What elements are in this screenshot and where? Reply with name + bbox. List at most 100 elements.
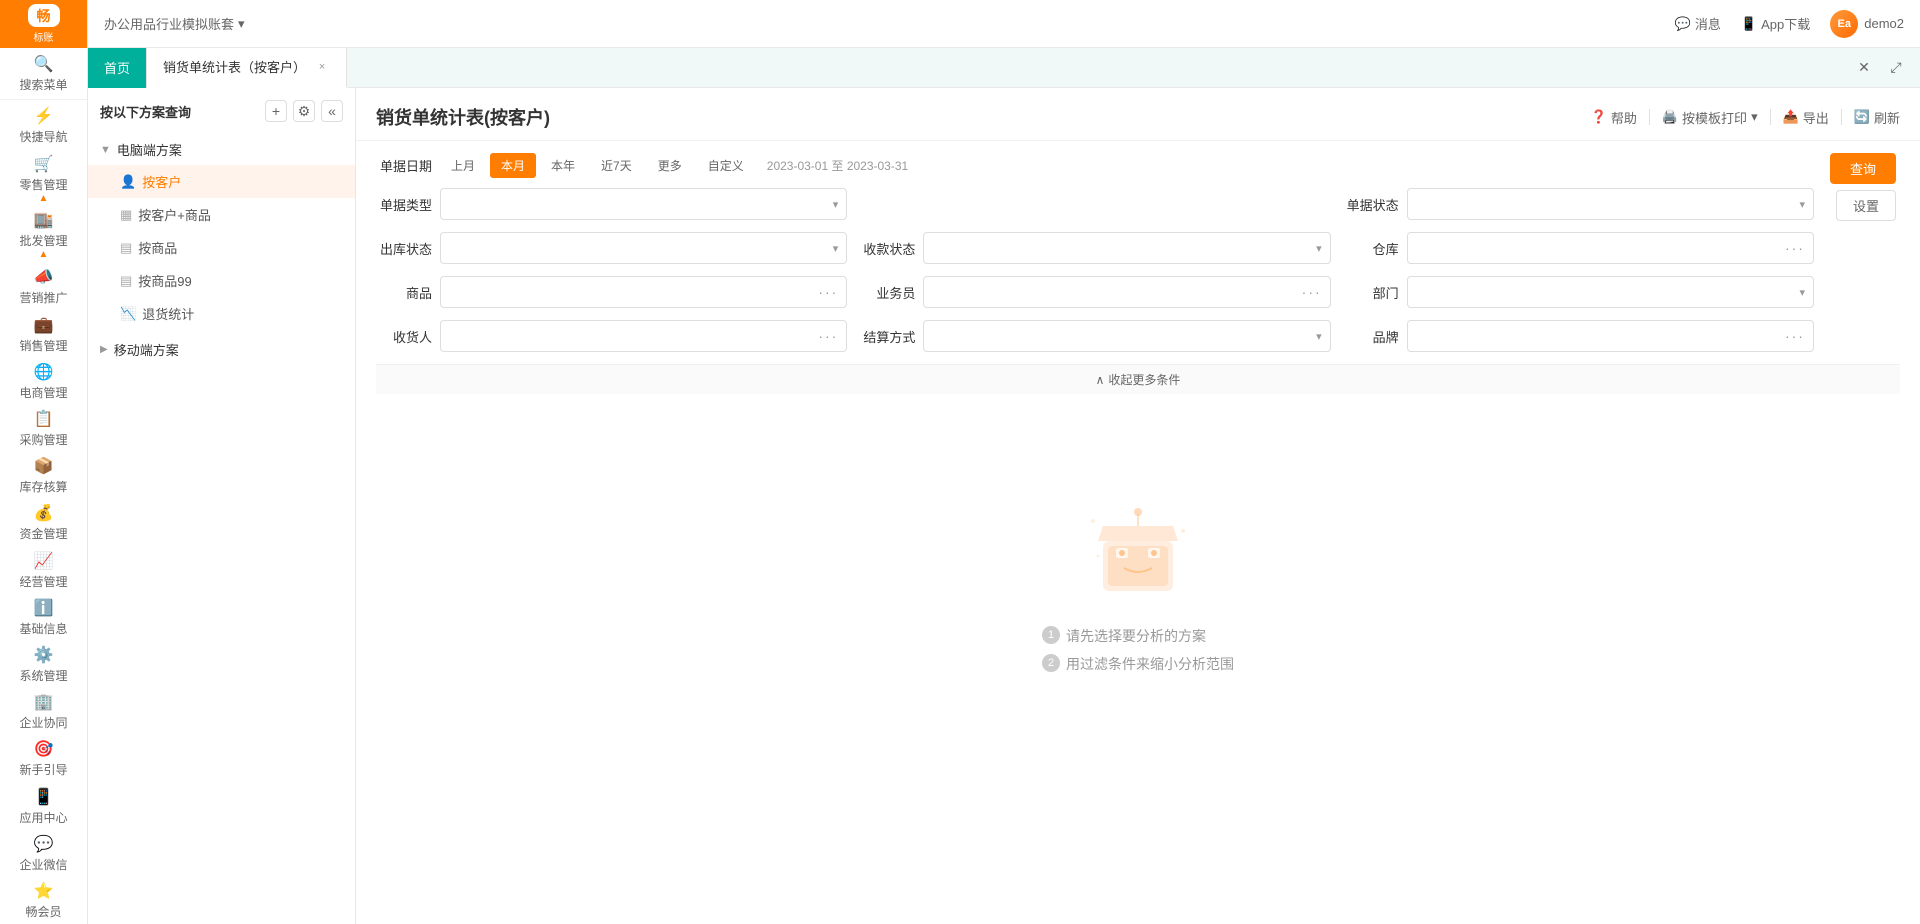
date-tab-this-year[interactable]: 本年 bbox=[540, 153, 586, 178]
sidebar-search-label: 搜索菜单 bbox=[19, 76, 67, 93]
scheme-by-customer-product[interactable]: ▦ 按客户+商品 bbox=[88, 198, 355, 231]
sidebar-item-enterprise[interactable]: 🏢 企业协同 bbox=[0, 688, 87, 735]
search-icon: 🔍 bbox=[34, 54, 54, 74]
newbie-icon: 🎯 bbox=[34, 739, 54, 759]
receiver-select[interactable]: ··· bbox=[440, 320, 847, 352]
user-profile[interactable]: Ea demo2 bbox=[1830, 10, 1904, 38]
desktop-scheme-header[interactable]: ▼ 电脑端方案 bbox=[88, 134, 355, 165]
avatar: Ea bbox=[1830, 10, 1858, 38]
tab-maximize-btn[interactable]: ⤢ bbox=[1884, 56, 1908, 80]
payment-status-select[interactable]: ▾ bbox=[923, 232, 1330, 264]
page-title-area: 销货单统计表(按客户) ❓ 帮助 🖨️ 按模板打印 ▾ 📤 bbox=[356, 88, 1920, 141]
mobile-scheme-header[interactable]: ▶ 移动端方案 bbox=[88, 334, 355, 365]
sidebar-item-member[interactable]: ⭐ 畅会员 bbox=[0, 877, 87, 924]
appcenter-label: 应用中心 bbox=[19, 809, 67, 826]
doc-type-select[interactable]: ▾ bbox=[440, 188, 847, 220]
sidebar-item-inventory[interactable]: 📦 库存核算 bbox=[0, 452, 87, 499]
date-tab-last-month[interactable]: 上月 bbox=[440, 153, 486, 178]
add-scheme-btn[interactable]: + bbox=[265, 100, 287, 122]
settlement-select[interactable]: ▾ bbox=[923, 320, 1330, 352]
refresh-btn[interactable]: 🔄 刷新 bbox=[1854, 108, 1900, 127]
salesman-select[interactable]: ··· bbox=[923, 276, 1330, 308]
sidebar-item-wholesale[interactable]: 🏬 批发管理 ▲ bbox=[0, 207, 87, 263]
quicknav-icon: ⚡ bbox=[34, 106, 54, 126]
sidebar-item-marketing[interactable]: 📣 营销推广 bbox=[0, 263, 87, 310]
desktop-scheme-group: ▼ 电脑端方案 👤 按客户 ▦ 按客户+商品 ▤ 按商品 ▤ 按商品99 bbox=[88, 134, 355, 330]
export-btn[interactable]: 📤 导出 bbox=[1783, 108, 1829, 127]
template-print-btn[interactable]: 🖨️ 按模板打印 ▾ bbox=[1662, 108, 1758, 127]
sidebar-item-purchase[interactable]: 📋 采购管理 bbox=[0, 405, 87, 452]
panel-collapse-btn[interactable]: « bbox=[321, 100, 343, 122]
sidebar-item-ecommerce[interactable]: 🌐 电商管理 bbox=[0, 358, 87, 405]
sidebar-item-sales[interactable]: 💼 销售管理 bbox=[0, 311, 87, 358]
sidebar-item-corpwechat[interactable]: 💬 企业微信 bbox=[0, 830, 87, 877]
sidebar-item-appcenter[interactable]: 📱 应用中心 bbox=[0, 782, 87, 829]
empty-state: 1 请先选择要分析的方案 2 用过滤条件来缩小分析范围 bbox=[356, 406, 1920, 762]
product-select[interactable]: ··· bbox=[440, 276, 847, 308]
scheme-by-product99[interactable]: ▤ 按商品99 bbox=[88, 264, 355, 297]
step1-text: 请先选择要分析的方案 bbox=[1066, 626, 1206, 646]
message-btn[interactable]: 💬 消息 bbox=[1675, 14, 1721, 33]
inventory-icon: 📦 bbox=[34, 456, 54, 476]
industry-selector[interactable]: 办公用品行业模拟账套 ▾ bbox=[104, 14, 245, 33]
sidebar-item-search[interactable]: 🔍 搜索菜单 bbox=[0, 48, 87, 100]
filter-item-department: 部门 ▾ bbox=[1343, 276, 1814, 308]
desktop-group-title: 电脑端方案 bbox=[117, 140, 182, 159]
settlement-label: 结算方式 bbox=[859, 327, 915, 346]
department-select[interactable]: ▾ bbox=[1407, 276, 1814, 308]
corpwechat-label: 企业微信 bbox=[19, 856, 67, 873]
tab-close-btn[interactable]: × bbox=[314, 59, 330, 75]
help-btn[interactable]: ❓ 帮助 bbox=[1591, 108, 1637, 127]
tab-sales-stat[interactable]: 销货单统计表（按客户） × bbox=[147, 48, 347, 88]
return-stat-scheme-label: 退货统计 bbox=[142, 304, 194, 323]
sidebar-item-operations[interactable]: 📈 经营管理 bbox=[0, 546, 87, 593]
enterprise-icon: 🏢 bbox=[34, 692, 54, 712]
warehouse-label: 仓库 bbox=[1343, 239, 1399, 258]
print-arrow-icon: ▾ bbox=[1751, 109, 1758, 125]
date-range-display: 2023-03-01 至 2023-03-31 bbox=[767, 157, 908, 174]
tab-home[interactable]: 首页 bbox=[88, 48, 147, 88]
left-panel-header: 按以下方案查询 + ⚙ « bbox=[88, 100, 355, 130]
date-tab-this-month[interactable]: 本月 bbox=[490, 153, 536, 178]
date-tab-more[interactable]: 更多 bbox=[647, 153, 693, 178]
retail-icon: 🛒 bbox=[34, 154, 54, 174]
sidebar-item-system[interactable]: ⚙️ 系统管理 bbox=[0, 641, 87, 688]
purchase-icon: 📋 bbox=[34, 409, 54, 429]
salesman-dots-icon: ··· bbox=[1302, 284, 1322, 300]
out-status-arrow-icon: ▾ bbox=[833, 242, 839, 255]
date-tab-last-7days[interactable]: 近7天 bbox=[590, 153, 643, 178]
date-filter-label: 单据日期 bbox=[376, 156, 432, 175]
sidebar-item-retail[interactable]: 🛒 零售管理 ▲ bbox=[0, 151, 87, 207]
query-btn[interactable]: 查询 bbox=[1830, 153, 1896, 184]
app-download-btn[interactable]: 📱 App下载 bbox=[1741, 14, 1810, 33]
sidebar-item-quicknav[interactable]: ⚡ 快捷导航 bbox=[0, 100, 87, 151]
scheme-settings-btn[interactable]: ⚙ bbox=[293, 100, 315, 122]
collapse-more-btn[interactable]: ∧ 收起更多条件 bbox=[376, 364, 1900, 394]
date-filter-row: 单据日期 上月 本月 本年 近7天 更多 自定义 2023-03-01 至 20… bbox=[376, 153, 1814, 178]
page-actions: ❓ 帮助 🖨️ 按模板打印 ▾ 📤 导出 bbox=[1591, 108, 1900, 127]
empty-state-illustration bbox=[1078, 486, 1198, 606]
scheme-by-customer[interactable]: 👤 按客户 bbox=[88, 165, 355, 198]
member-icon: ⭐ bbox=[34, 881, 54, 901]
scheme-by-product[interactable]: ▤ 按商品 bbox=[88, 231, 355, 264]
doc-status-select[interactable]: ▾ bbox=[1407, 188, 1814, 220]
sidebar-item-basic[interactable]: ℹ️ 基础信息 bbox=[0, 594, 87, 641]
tab-close-window-btn[interactable]: ✕ bbox=[1852, 56, 1876, 80]
date-tab-custom[interactable]: 自定义 bbox=[697, 153, 755, 178]
filter-settings-btn[interactable]: 设置 bbox=[1836, 190, 1896, 221]
scheme-return-stat[interactable]: 📉 退货统计 bbox=[88, 297, 355, 330]
department-arrow-icon: ▾ bbox=[1799, 286, 1805, 299]
sidebar-item-newbie[interactable]: 🎯 新手引导 bbox=[0, 735, 87, 782]
warehouse-select[interactable]: ··· bbox=[1407, 232, 1814, 264]
sales-stat-tab-label: 销货单统计表（按客户） bbox=[163, 57, 306, 76]
logo-icon: 畅 bbox=[28, 4, 60, 27]
out-status-select[interactable]: ▾ bbox=[440, 232, 847, 264]
finance-label: 资金管理 bbox=[19, 525, 67, 542]
settlement-arrow-icon: ▾ bbox=[1316, 330, 1322, 343]
marketing-label: 营销推广 bbox=[19, 289, 67, 306]
brand-select[interactable]: ··· bbox=[1407, 320, 1814, 352]
filter-item-out-status: 出库状态 ▾ bbox=[376, 232, 847, 264]
header-left: 办公用品行业模拟账套 ▾ bbox=[104, 14, 245, 33]
sidebar-item-finance[interactable]: 💰 资金管理 bbox=[0, 499, 87, 546]
filter-main: 单据日期 上月 本月 本年 近7天 更多 自定义 2023-03-01 至 20… bbox=[376, 153, 1900, 364]
